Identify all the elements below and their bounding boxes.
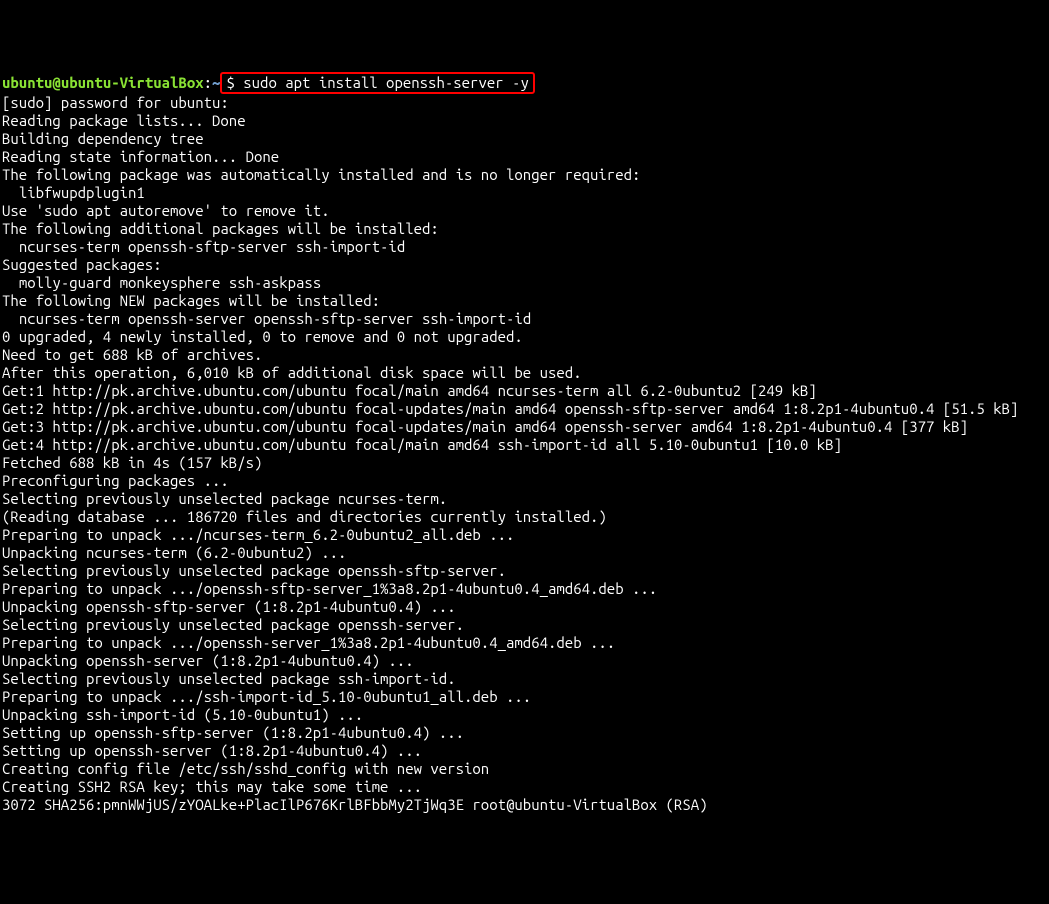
output-line: Get:3 http://pk.archive.ubuntu.com/ubunt… <box>2 418 1047 436</box>
output-line: Preparing to unpack .../openssh-sftp-ser… <box>2 580 1047 598</box>
output-line: The following additional packages will b… <box>2 220 1047 238</box>
output-line: Use 'sudo apt autoremove' to remove it. <box>2 202 1047 220</box>
output-line: molly-guard monkeysphere ssh-askpass <box>2 274 1047 292</box>
prompt-user: ubuntu <box>2 74 52 91</box>
output-line: Preparing to unpack .../ssh-import-id_5.… <box>2 688 1047 706</box>
output-line: Reading state information... Done <box>2 148 1047 166</box>
output-line: Creating config file /etc/ssh/sshd_confi… <box>2 760 1047 778</box>
output-line: 0 upgraded, 4 newly installed, 0 to remo… <box>2 328 1047 346</box>
prompt-path: ~ <box>212 74 220 91</box>
output-line: libfwupdplugin1 <box>2 184 1047 202</box>
output-line: Creating SSH2 RSA key; this may take som… <box>2 778 1047 796</box>
output-line: The following NEW packages will be insta… <box>2 292 1047 310</box>
output-line: Reading package lists... Done <box>2 112 1047 130</box>
output-line: Unpacking ncurses-term (6.2-0ubuntu2) ..… <box>2 544 1047 562</box>
output-line: (Reading database ... 186720 files and d… <box>2 508 1047 526</box>
output-line: Preparing to unpack .../ncurses-term_6.2… <box>2 526 1047 544</box>
output-line: Selecting previously unselected package … <box>2 562 1047 580</box>
prompt-host: ubuntu-VirtualBox <box>61 74 204 91</box>
terminal-window[interactable]: ubuntu@ubuntu-VirtualBox:~$ sudo apt ins… <box>2 74 1047 814</box>
prompt-dollar: $ <box>226 74 243 91</box>
output-line: Selecting previously unselected package … <box>2 670 1047 688</box>
output-line: Need to get 688 kB of archives. <box>2 346 1047 364</box>
prompt-separator: @ <box>52 74 60 91</box>
output-line: Suggested packages: <box>2 256 1047 274</box>
output-line: Get:4 http://pk.archive.ubuntu.com/ubunt… <box>2 436 1047 454</box>
output-line: Fetched 688 kB in 4s (157 kB/s) <box>2 454 1047 472</box>
output-line: Preparing to unpack .../openssh-server_1… <box>2 634 1047 652</box>
output-line: Setting up openssh-sftp-server (1:8.2p1-… <box>2 724 1047 742</box>
output-line: Unpacking openssh-server (1:8.2p1-4ubunt… <box>2 652 1047 670</box>
output-line: ncurses-term openssh-server openssh-sftp… <box>2 310 1047 328</box>
output-line: The following package was automatically … <box>2 166 1047 184</box>
output-line: Selecting previously unselected package … <box>2 616 1047 634</box>
output-line: Building dependency tree <box>2 130 1047 148</box>
highlighted-command: $ sudo apt install openssh-server -y <box>220 72 534 94</box>
output-line: [sudo] password for ubuntu: <box>2 94 1047 112</box>
output-line: Get:1 http://pk.archive.ubuntu.com/ubunt… <box>2 382 1047 400</box>
output-line: Selecting previously unselected package … <box>2 490 1047 508</box>
output-line: Unpacking ssh-import-id (5.10-0ubuntu1) … <box>2 706 1047 724</box>
output-line: Setting up openssh-server (1:8.2p1-4ubun… <box>2 742 1047 760</box>
output-line: Preconfiguring packages ... <box>2 472 1047 490</box>
prompt-colon: : <box>204 74 212 91</box>
command-text: sudo apt install openssh-server -y <box>243 74 529 91</box>
output-line: Unpacking openssh-sftp-server (1:8.2p1-4… <box>2 598 1047 616</box>
prompt-line: ubuntu@ubuntu-VirtualBox:~$ sudo apt ins… <box>2 74 1047 94</box>
output-line: ncurses-term openssh-sftp-server ssh-imp… <box>2 238 1047 256</box>
output-line: Get:2 http://pk.archive.ubuntu.com/ubunt… <box>2 400 1047 418</box>
output-line: After this operation, 6,010 kB of additi… <box>2 364 1047 382</box>
